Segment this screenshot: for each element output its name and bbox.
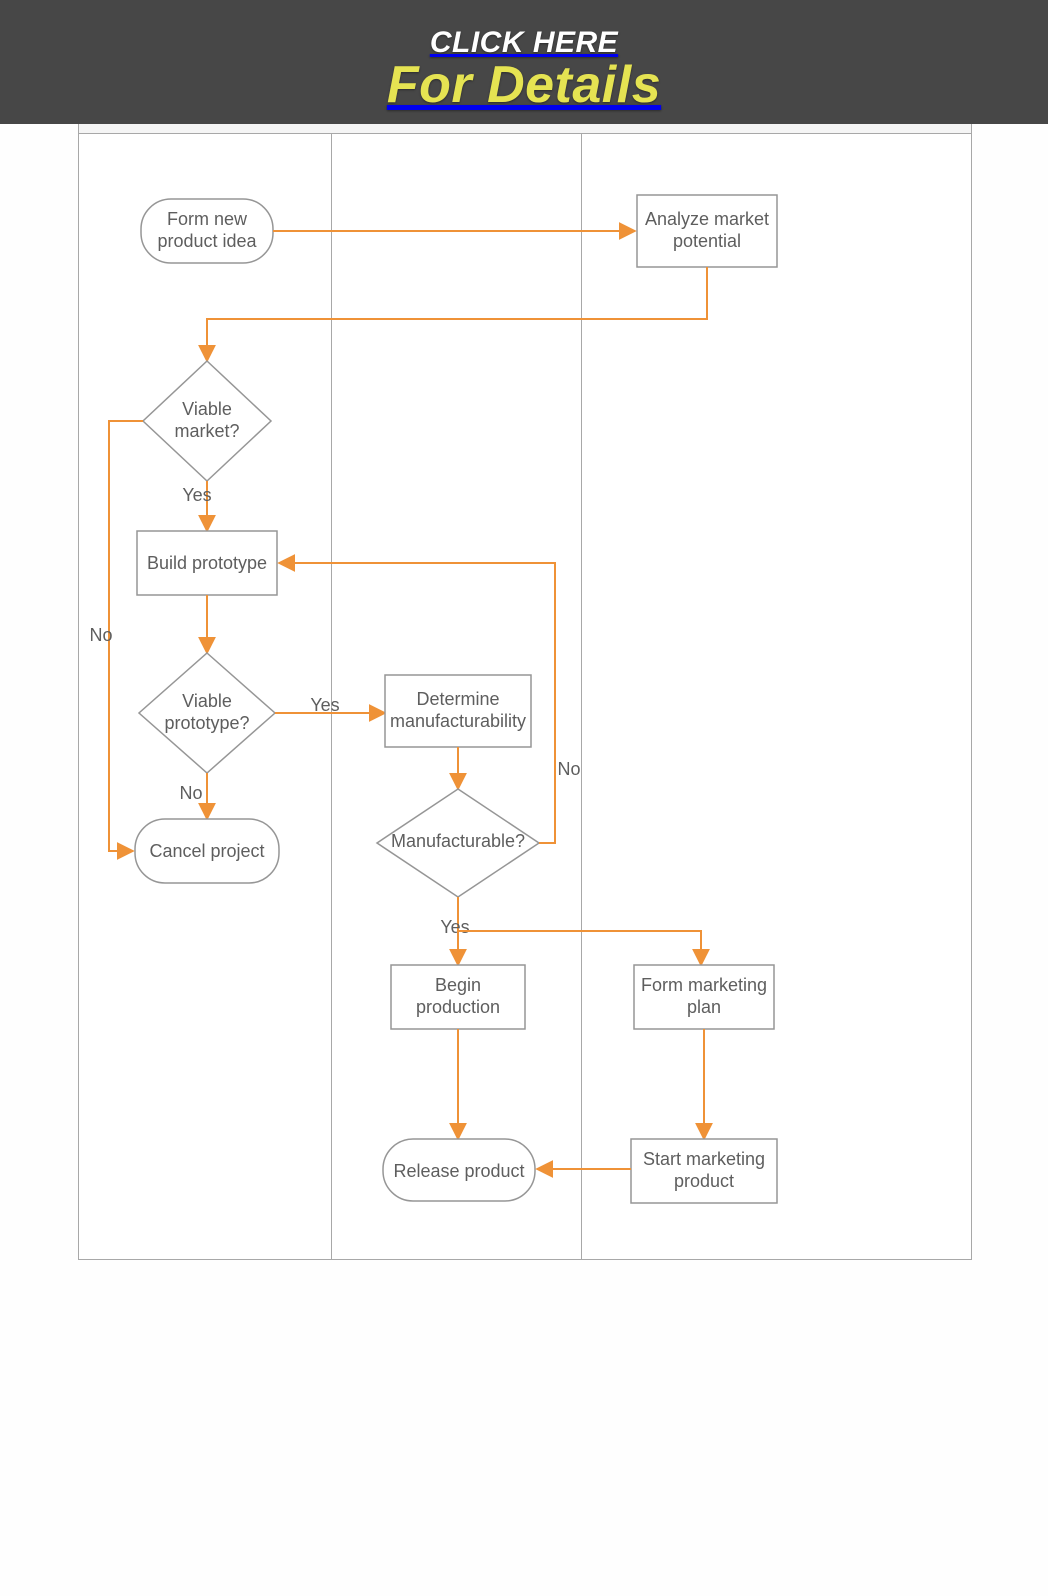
node-determine-manufacturability: Determine manufacturability [385, 675, 531, 747]
node-begin-production: Begin production [391, 965, 525, 1029]
label-viable-market-yes: Yes [182, 485, 211, 505]
svg-text:Release product: Release product [393, 1161, 524, 1181]
svg-text:Build prototype: Build prototype [147, 553, 267, 573]
svg-text:market?: market? [174, 421, 239, 441]
svg-text:plan: plan [687, 997, 721, 1017]
node-analyze-market-potential: Analyze market potential [637, 195, 777, 267]
svg-text:Determine: Determine [416, 689, 499, 709]
svg-text:product: product [674, 1171, 734, 1191]
label-manufacturable-no: No [557, 759, 580, 779]
svg-text:Begin: Begin [435, 975, 481, 995]
node-viable-market: Viable market? [143, 361, 271, 481]
svg-text:Form marketing: Form marketing [641, 975, 767, 995]
edge-analyze-to-viable-market [207, 267, 707, 361]
swimlane-diagram: R&D PRODUCTION MARKETING Form new produc… [78, 96, 972, 1260]
svg-text:production: production [416, 997, 500, 1017]
node-form-new-product-idea: Form new product idea [141, 199, 273, 263]
edge-manufacturable-to-form-plan [458, 931, 701, 965]
node-release-product: Release product [383, 1139, 535, 1201]
label-viable-proto-yes: Yes [310, 695, 339, 715]
svg-text:product idea: product idea [157, 231, 257, 251]
svg-text:prototype?: prototype? [164, 713, 249, 733]
flowchart-svg: Form new product idea Analyze market pot… [79, 133, 971, 1259]
svg-text:Viable: Viable [182, 399, 232, 419]
node-manufacturable: Manufacturable? [377, 789, 539, 897]
svg-text:Start marketing: Start marketing [643, 1149, 765, 1169]
svg-text:Form new: Form new [167, 209, 248, 229]
svg-text:Cancel project: Cancel project [149, 841, 264, 861]
svg-text:Manufacturable?: Manufacturable? [391, 831, 525, 851]
edge-viable-market-no [109, 421, 143, 851]
label-viable-market-no: No [89, 625, 112, 645]
banner-click-here: CLICK HERE [0, 28, 1048, 58]
node-build-prototype: Build prototype [137, 531, 277, 595]
svg-text:potential: potential [673, 231, 741, 251]
svg-text:Viable: Viable [182, 691, 232, 711]
label-viable-proto-no: No [179, 783, 202, 803]
node-form-marketing-plan: Form marketing plan [634, 965, 774, 1029]
node-start-marketing-product: Start marketing product [631, 1139, 777, 1203]
banner-for-details: For Details [0, 58, 1048, 113]
click-here-banner[interactable]: CLICK HERE For Details [0, 0, 1048, 124]
svg-text:Analyze market: Analyze market [645, 209, 769, 229]
node-viable-prototype: Viable prototype? [139, 653, 275, 773]
svg-text:manufacturability: manufacturability [390, 711, 526, 731]
label-manufacturable-yes: Yes [440, 917, 469, 937]
node-cancel-project: Cancel project [135, 819, 279, 883]
